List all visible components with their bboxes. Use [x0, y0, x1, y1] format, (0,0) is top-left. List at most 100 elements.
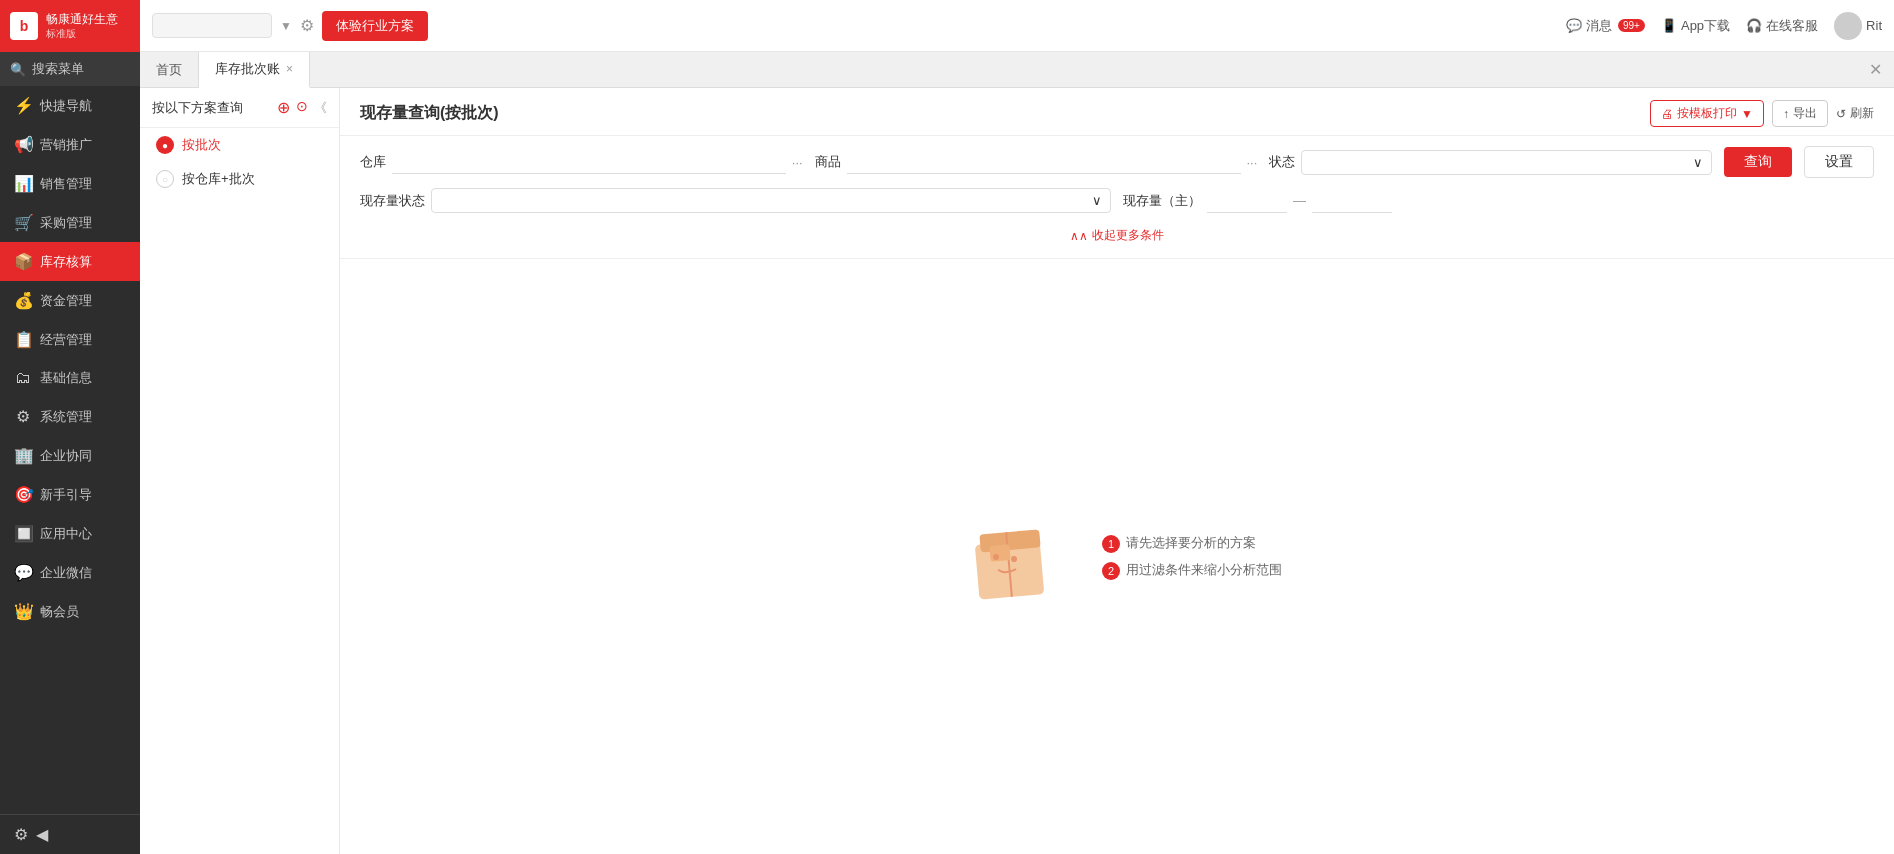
- brand-name: 畅康通好生意: [46, 12, 118, 28]
- warehouse-dots[interactable]: ···: [792, 155, 803, 170]
- sales-icon: 📊: [14, 174, 32, 193]
- status-select[interactable]: ∨: [1301, 150, 1712, 175]
- stock-qty-to[interactable]: [1312, 189, 1392, 213]
- sidebar-item-label: 企业协同: [40, 447, 92, 465]
- app-download-btn[interactable]: 📱 App下载: [1661, 17, 1730, 35]
- phone-icon: 📱: [1661, 18, 1677, 33]
- left-panel-item-by-batch[interactable]: ● 按批次: [140, 128, 339, 162]
- sidebar-item-sales[interactable]: 📊 销售管理: [0, 164, 140, 203]
- sidebar-item-operations[interactable]: 📋 经营管理: [0, 320, 140, 359]
- main-content: 现存量查询(按批次) 🖨 按模板打印 ▼ ↑ 导出 ↺ 刷新: [340, 88, 1894, 854]
- user-name: Rit: [1866, 18, 1882, 33]
- sidebar-item-marketing[interactable]: 📢 营销推广: [0, 125, 140, 164]
- filter-area: 仓库 ··· 商品 ··· 状态 ∨: [340, 136, 1894, 259]
- stock-qty-from[interactable]: [1207, 189, 1287, 213]
- stock-status-select[interactable]: ∨: [431, 188, 1111, 213]
- settings-scheme-btn[interactable]: ⊙: [296, 98, 308, 117]
- by-batch-label: 按批次: [182, 136, 221, 154]
- warehouse-input[interactable]: [392, 150, 786, 174]
- sidebar-item-purchase[interactable]: 🛒 采购管理: [0, 203, 140, 242]
- export-icon: ↑: [1783, 107, 1789, 121]
- online-service-btn[interactable]: 🎧 在线客服: [1746, 17, 1818, 35]
- finance-icon: 💰: [14, 291, 32, 310]
- sidebar-header: b 畅康通好生意 标准版: [0, 0, 140, 52]
- step1-num: 1: [1102, 535, 1120, 553]
- tab-home-label: 首页: [156, 61, 182, 79]
- sidebar-item-basic[interactable]: 🗂 基础信息: [0, 359, 140, 397]
- add-scheme-btn[interactable]: ⊕: [277, 98, 290, 117]
- refresh-btn[interactable]: ↺ 刷新: [1836, 105, 1874, 122]
- stock-qty-dash: —: [1293, 193, 1306, 208]
- sidebar-item-newuser[interactable]: 🎯 新手引导: [0, 475, 140, 514]
- tab-home[interactable]: 首页: [140, 52, 199, 88]
- empty-state: 1 请先选择要分析的方案 2 用过滤条件来缩小分析范围: [340, 259, 1894, 854]
- left-panel-title: 按以下方案查询: [152, 99, 271, 117]
- tab-close-btn[interactable]: ×: [286, 62, 293, 76]
- collapse-more-btn[interactable]: ∧∧ 收起更多条件: [360, 223, 1874, 248]
- sidebar-search[interactable]: 🔍 搜索菜单: [0, 52, 140, 86]
- app-download-label: App下载: [1681, 17, 1730, 35]
- stock-status-label: 现存量状态: [360, 192, 425, 210]
- left-panel: 按以下方案查询 ⊕ ⊙ 《 ● 按批次 ○ 按仓库+批次: [140, 88, 340, 854]
- sidebar-item-label: 经营管理: [40, 331, 92, 349]
- template-print-btn[interactable]: 🖨 按模板打印 ▼: [1650, 100, 1764, 127]
- refresh-icon: ↺: [1836, 107, 1846, 121]
- product-label: 商品: [815, 153, 841, 171]
- system-icon: ⚙: [14, 407, 32, 426]
- tabbar: 首页 库存批次账 × ✕: [140, 52, 1894, 88]
- sidebar-item-label: 企业微信: [40, 564, 92, 582]
- topbar-right: 💬 消息 99+ 📱 App下载 🎧 在线客服 Rit: [1566, 12, 1882, 40]
- sidebar-item-quick-nav[interactable]: ⚡ 快捷导航: [0, 86, 140, 125]
- newuser-icon: 🎯: [14, 485, 32, 504]
- sidebar-item-member[interactable]: 👑 畅会员: [0, 592, 140, 631]
- experience-btn[interactable]: 体验行业方案: [322, 11, 428, 41]
- left-panel-item-by-warehouse-batch[interactable]: ○ 按仓库+批次: [140, 162, 339, 196]
- user-avatar: [1834, 12, 1862, 40]
- tab-inventory-batch[interactable]: 库存批次账 ×: [199, 52, 310, 88]
- marketing-icon: 📢: [14, 135, 32, 154]
- svg-rect-3: [989, 544, 1010, 562]
- headset-icon: 🎧: [1746, 18, 1762, 33]
- sidebar-item-apps[interactable]: 🔲 应用中心: [0, 514, 140, 553]
- sidebar-settings-btn[interactable]: ⚙: [14, 825, 28, 844]
- stock-status-filter-group: 现存量状态 ∨: [360, 188, 1111, 213]
- page-title: 现存量查询(按批次): [360, 103, 1650, 124]
- template-print-dropdown-icon[interactable]: ▼: [1741, 107, 1753, 121]
- sidebar-item-label: 基础信息: [40, 369, 92, 387]
- topbar-left: ▼ ⚙ 体验行业方案: [152, 11, 1558, 41]
- online-service-label: 在线客服: [1766, 17, 1818, 35]
- main-actions: 🖨 按模板打印 ▼ ↑ 导出 ↺ 刷新: [1650, 100, 1874, 127]
- user-profile-btn[interactable]: Rit: [1834, 12, 1882, 40]
- sidebar-item-label: 快捷导航: [40, 97, 92, 115]
- sidebar-item-wechat[interactable]: 💬 企业微信: [0, 553, 140, 592]
- product-dots[interactable]: ···: [1247, 155, 1258, 170]
- sidebar-item-label: 销售管理: [40, 175, 92, 193]
- sidebar-item-inventory[interactable]: 📦 库存核算: [0, 242, 140, 281]
- stock-status-select-arrow: ∨: [1092, 193, 1102, 208]
- printer-icon: 🖨: [1661, 107, 1673, 121]
- sidebar-item-label: 营销推广: [40, 136, 92, 154]
- message-label: 消息: [1586, 17, 1612, 35]
- filter-settings-btn[interactable]: 设置: [1804, 146, 1874, 178]
- sidebar-item-enterprise[interactable]: 🏢 企业协同: [0, 436, 140, 475]
- sidebar-item-system[interactable]: ⚙ 系统管理: [0, 397, 140, 436]
- product-input[interactable]: [847, 150, 1241, 174]
- main-area: ▼ ⚙ 体验行业方案 💬 消息 99+ 📱 App下载 🎧 在线客服 Rit: [140, 0, 1894, 854]
- sidebar-brand: 畅康通好生意 标准版: [46, 12, 118, 41]
- export-btn[interactable]: ↑ 导出: [1772, 100, 1828, 127]
- sidebar-collapse-btn[interactable]: ◀: [36, 825, 48, 844]
- tab-close-global-btn[interactable]: ✕: [1857, 60, 1894, 79]
- query-btn[interactable]: 查询: [1724, 147, 1792, 177]
- topbar-gear-icon[interactable]: ⚙: [300, 16, 314, 35]
- search-icon: 🔍: [10, 62, 26, 77]
- message-btn[interactable]: 💬 消息 99+: [1566, 17, 1645, 35]
- topbar-dropdown-icon[interactable]: ▼: [280, 19, 292, 33]
- collapse-panel-btn[interactable]: 《: [314, 99, 327, 117]
- left-panel-icons: ⊕ ⊙: [277, 98, 308, 117]
- sidebar-item-finance[interactable]: 💰 资金管理: [0, 281, 140, 320]
- main-header: 现存量查询(按批次) 🖨 按模板打印 ▼ ↑ 导出 ↺ 刷新: [340, 88, 1894, 136]
- tab-inventory-batch-label: 库存批次账: [215, 60, 280, 78]
- sidebar-menu: ⚡ 快捷导航 📢 营销推广 📊 销售管理 🛒 采购管理 📦 库存核算 💰 资金管…: [0, 86, 140, 814]
- stock-qty-filter-group: 现存量（主） —: [1123, 189, 1874, 213]
- topbar-search-input[interactable]: [152, 13, 272, 38]
